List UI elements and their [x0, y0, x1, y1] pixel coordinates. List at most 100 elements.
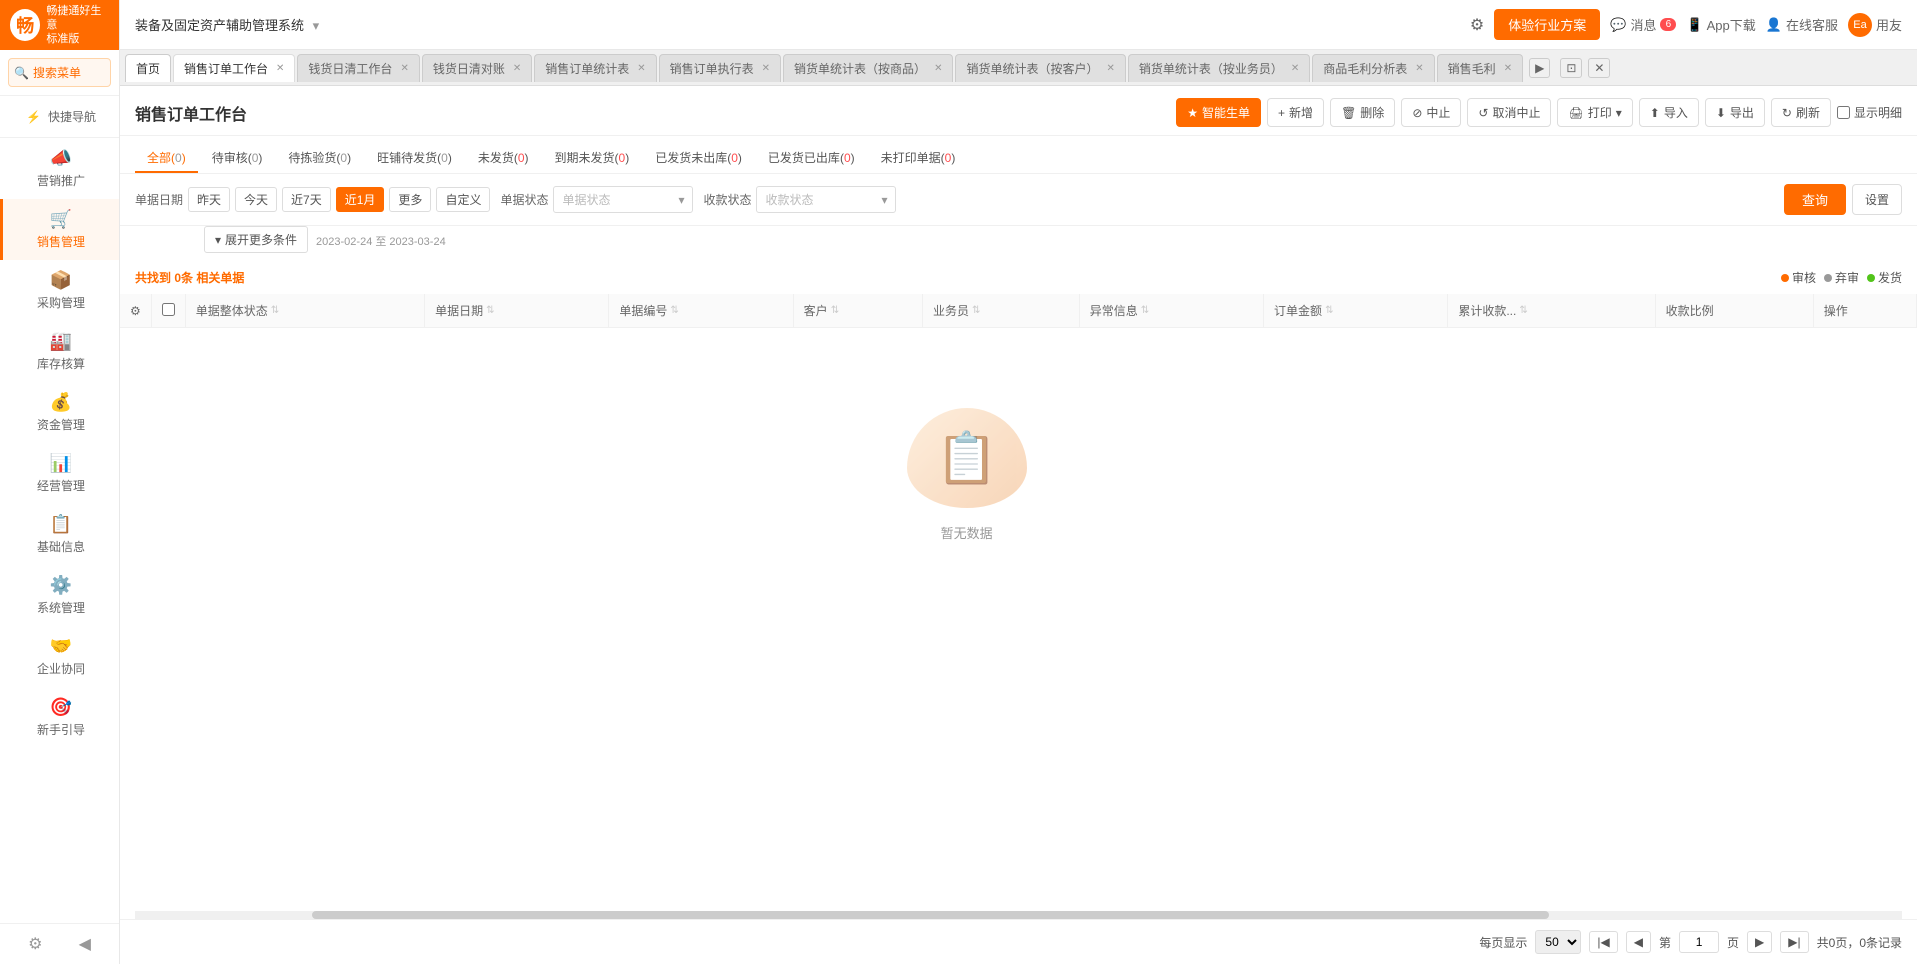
subtab-shipped-not-warehouse[interactable]: 已发货未出库(0)	[643, 144, 754, 173]
experience-btn[interactable]: 体验行业方案	[1494, 9, 1600, 40]
scrollbar-thumb[interactable]	[312, 911, 1549, 919]
col-abnormal-sort[interactable]: 异常信息	[1090, 302, 1253, 319]
tab-cash-daily[interactable]: 钱货日清工作台 ✕	[297, 54, 419, 82]
col-collected-sort[interactable]: 累计收款...	[1458, 302, 1644, 319]
sidebar-collapse-btn[interactable]: ◀	[79, 934, 91, 954]
col-status-sort[interactable]: 单据整体状态	[196, 302, 414, 319]
tab-close-all-btn[interactable]: ✕	[1588, 58, 1610, 78]
show-detail-checkbox[interactable]	[1837, 106, 1850, 119]
tab-sales-summary-product[interactable]: 销货单统计表（按商品） ✕	[783, 54, 953, 82]
add-btn[interactable]: + 新增	[1267, 98, 1324, 127]
tab-restore-btn[interactable]: ⊡	[1560, 58, 1582, 78]
sidebar-settings-btn[interactable]: ⚙	[28, 934, 42, 954]
tab-nav-prev[interactable]: ▶	[1529, 58, 1550, 78]
col-abnormal: 异常信息	[1079, 294, 1263, 328]
tab-cash-daily-close[interactable]: ✕	[400, 63, 408, 74]
sidebar-item-basic[interactable]: 📋 基础信息	[0, 504, 119, 565]
payment-filter: 收款状态 收款状态 ▾	[703, 186, 896, 213]
subtab-shipped-warehouse[interactable]: 已发货已出库(0)	[756, 144, 867, 173]
expand-conditions-btn[interactable]: ▾ 展开更多条件	[204, 226, 308, 253]
sidebar-item-inventory[interactable]: 🏭 库存核算	[0, 321, 119, 382]
tab-sales-summary-customer-close[interactable]: ✕	[1106, 63, 1114, 74]
guide-icon: 🎯	[50, 697, 72, 718]
col-amount-sort[interactable]: 订单金额	[1274, 302, 1437, 319]
query-btn[interactable]: 查询	[1784, 184, 1846, 215]
date-option-7days[interactable]: 近7天	[282, 187, 331, 212]
ship-action-btn[interactable]: 发货	[1867, 269, 1902, 286]
payment-select[interactable]: 收款状态 ▾	[756, 186, 896, 213]
export-btn[interactable]: ⬇ 导出	[1705, 98, 1765, 127]
print-btn[interactable]: 🖨 打印 ▾	[1557, 98, 1632, 127]
pagination-first-btn[interactable]: |◀	[1589, 931, 1617, 953]
horizontal-scrollbar[interactable]	[135, 911, 1902, 919]
sidebar-item-quick-nav[interactable]: ⚡ 快捷导航	[8, 102, 111, 131]
tab-window-actions: ⊡ ✕	[1556, 58, 1610, 78]
sidebar-item-marketing[interactable]: 📣 营销推广	[0, 138, 119, 199]
smart-create-btn[interactable]: ★ 智能生单	[1176, 98, 1261, 127]
sidebar-item-purchase[interactable]: 📦 采购管理	[0, 260, 119, 321]
show-detail-checkbox-label[interactable]: 显示明细	[1837, 104, 1902, 121]
col-staff-sort[interactable]: 业务员	[933, 302, 1069, 319]
pagination-prev-btn[interactable]: ◀	[1626, 931, 1651, 953]
review-action-btn[interactable]: 审核	[1781, 269, 1816, 286]
date-option-custom[interactable]: 自定义	[436, 187, 490, 212]
subtab-not-printed[interactable]: 未打印单据(0)	[869, 144, 968, 173]
date-option-1month[interactable]: 近1月	[336, 187, 385, 212]
tab-sales-summary-customer[interactable]: 销货单统计表（按客户） ✕	[955, 54, 1125, 82]
subtab-not-shipped[interactable]: 未发货(0)	[466, 144, 541, 173]
message-btn[interactable]: 💬 消息 6	[1610, 15, 1676, 34]
tab-sales-workbench-close[interactable]: ✕	[276, 63, 284, 74]
online-service-btn[interactable]: 👤 在线客服	[1766, 15, 1838, 34]
page-size-select[interactable]: 50	[1535, 930, 1581, 954]
sidebar-item-guide[interactable]: 🎯 新手引导	[0, 687, 119, 748]
tab-sales-detail-close[interactable]: ✕	[1504, 63, 1512, 74]
import-btn[interactable]: ⬆ 导入	[1639, 98, 1699, 127]
subtab-pending-review[interactable]: 待审核(0)	[200, 144, 275, 173]
tab-sales-summary-staff[interactable]: 销货单统计表（按业务员） ✕	[1128, 54, 1310, 82]
pagination-last-btn[interactable]: ▶|	[1780, 931, 1808, 953]
cancel-review-action-btn[interactable]: 弃审	[1824, 269, 1859, 286]
col-customer-sort[interactable]: 客户	[804, 302, 912, 319]
date-option-today[interactable]: 今天	[235, 187, 277, 212]
tab-sales-stat[interactable]: 销售订单统计表 ✕	[534, 54, 656, 82]
tab-home[interactable]: 首页	[125, 54, 171, 82]
sidebar-item-system[interactable]: ⚙️ 系统管理	[0, 565, 119, 626]
tab-sales-summary-product-close[interactable]: ✕	[934, 63, 942, 74]
subtab-all[interactable]: 全部(0)	[135, 144, 198, 173]
sidebar-item-sales[interactable]: 🛒 销售管理	[0, 199, 119, 260]
settings-column-icon[interactable]: ⚙	[130, 304, 141, 318]
select-all-checkbox[interactable]	[162, 303, 175, 316]
sidebar-item-finance[interactable]: 💰 资金管理	[0, 382, 119, 443]
tab-sales-exec[interactable]: 销售订单执行表 ✕	[659, 54, 781, 82]
tab-product-margin-close[interactable]: ✕	[1415, 63, 1423, 74]
stop-btn[interactable]: ⊘ 中止	[1401, 98, 1461, 127]
pagination-next-btn[interactable]: ▶	[1747, 931, 1772, 953]
status-select[interactable]: 单据状态 ▾	[553, 186, 693, 213]
tab-sales-workbench[interactable]: 销售订单工作台 ✕	[173, 54, 295, 82]
delete-btn[interactable]: 🗑 删除	[1330, 98, 1395, 127]
sidebar-item-operations[interactable]: 📊 经营管理	[0, 443, 119, 504]
subtab-expired-not-shipped[interactable]: 到期未发货(0)	[543, 144, 642, 173]
tab-sales-detail[interactable]: 销售毛利 ✕	[1437, 54, 1523, 82]
search-menu-btn[interactable]: 🔍 搜索菜单	[8, 58, 111, 87]
date-option-yesterday[interactable]: 昨天	[188, 187, 230, 212]
settings-icon[interactable]: ⚙	[1470, 15, 1484, 35]
cancel-stop-btn[interactable]: ↺ 取消中止	[1467, 98, 1551, 127]
page-number-input[interactable]	[1679, 931, 1719, 953]
tab-product-margin[interactable]: 商品毛利分析表 ✕	[1312, 54, 1434, 82]
filter-setting-btn[interactable]: 设置	[1852, 184, 1902, 215]
col-number-sort[interactable]: 单据编号	[619, 302, 782, 319]
tab-cash-reconcile[interactable]: 钱货日清对账 ✕	[422, 54, 532, 82]
tab-sales-exec-close[interactable]: ✕	[762, 63, 770, 74]
tab-sales-stat-close[interactable]: ✕	[637, 63, 645, 74]
user-btn[interactable]: Ea 用友	[1848, 13, 1902, 37]
sidebar-item-enterprise[interactable]: 🤝 企业协同	[0, 626, 119, 687]
date-option-more[interactable]: 更多	[389, 187, 431, 212]
subtab-wangpu-pending[interactable]: 旺铺待发货(0)	[365, 144, 464, 173]
refresh-btn[interactable]: ↻ 刷新	[1771, 98, 1831, 127]
col-date-sort[interactable]: 单据日期	[435, 302, 598, 319]
subtab-pending-inspect[interactable]: 待拣验货(0)	[276, 144, 363, 173]
tab-sales-summary-staff-close[interactable]: ✕	[1291, 63, 1299, 74]
tab-cash-reconcile-close[interactable]: ✕	[513, 63, 521, 74]
app-download-btn[interactable]: 📱 App下载	[1686, 15, 1755, 34]
